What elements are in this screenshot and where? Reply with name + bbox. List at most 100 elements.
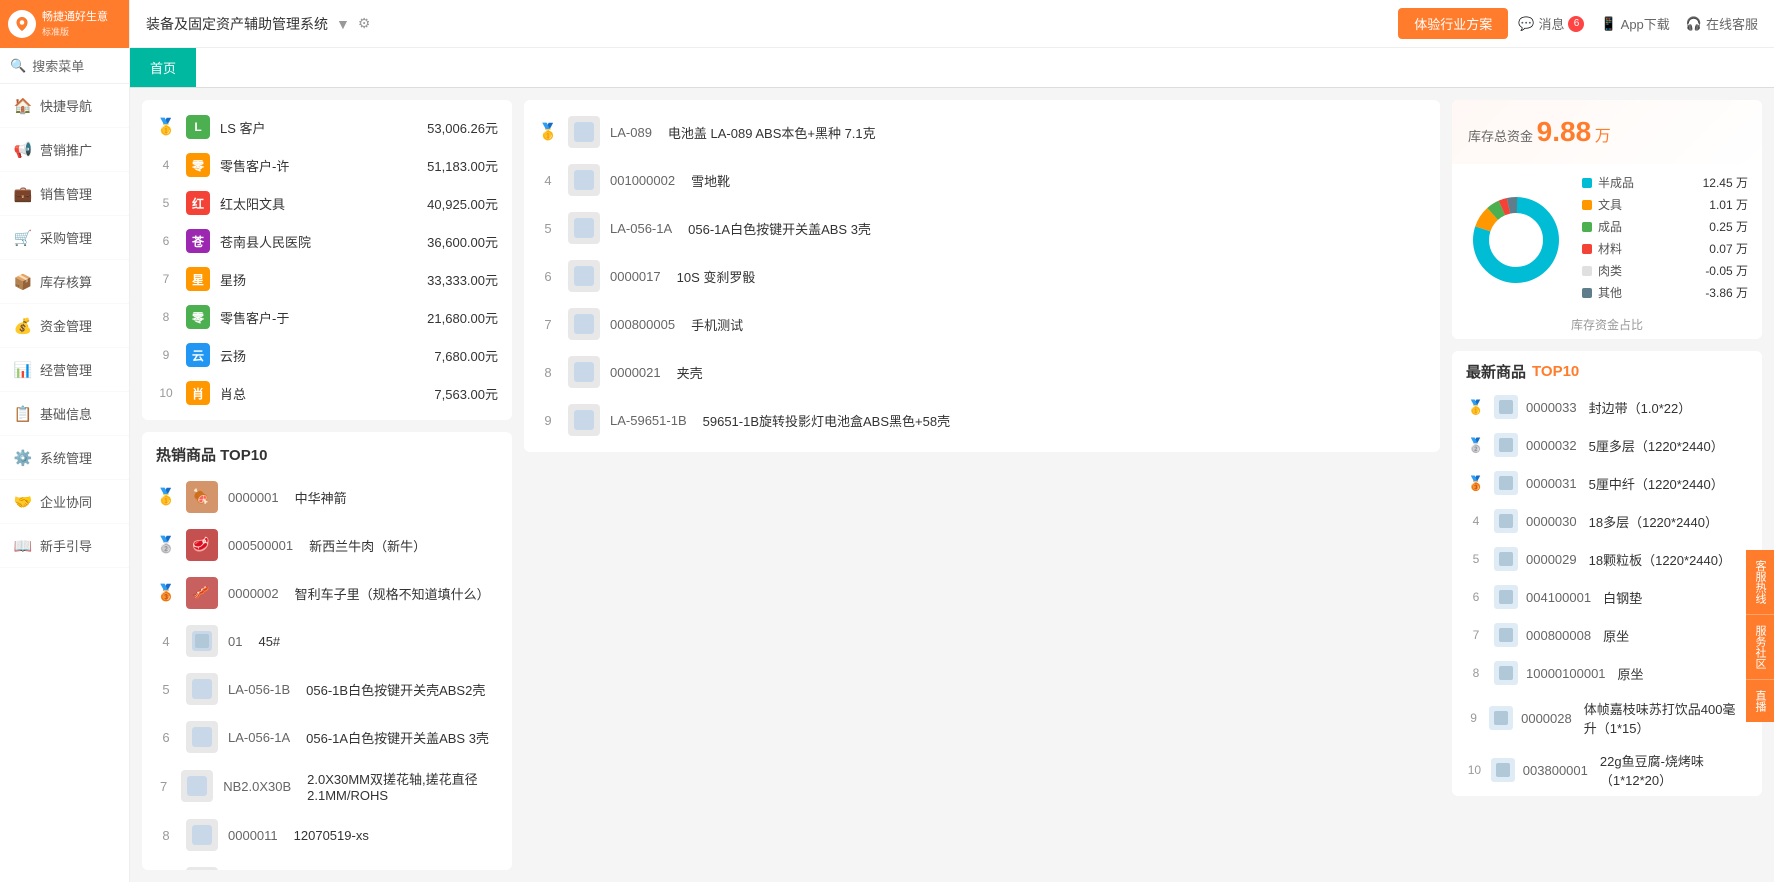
product-placeholder xyxy=(186,721,218,753)
list-item: 🥈 0000032 5厘多层（1220*2440） xyxy=(1452,426,1762,464)
logo-icon xyxy=(8,10,36,38)
inventory-sub-label: 库存资金占比 xyxy=(1452,316,1762,339)
table-row: 6 苍 苍南县人民医院 36,600.00元 xyxy=(142,222,512,260)
trial-button[interactable]: 体验行业方案 xyxy=(1398,8,1508,39)
float-btn-live[interactable]: 直播 xyxy=(1746,680,1774,722)
product-placeholder xyxy=(186,625,218,657)
np-img xyxy=(1494,585,1518,609)
sidebar-item-system[interactable]: ⚙️ 系统管理 xyxy=(0,436,129,480)
hot-products-card: 热销商品 TOP10 🥇 🍖 0000001 中华神箭 🥈 🥩 xyxy=(142,432,512,870)
sidebar-item-operations[interactable]: 📊 经营管理 xyxy=(0,348,129,392)
hot-products-title: 热销商品 TOP10 xyxy=(142,432,512,473)
list-item: 6 0000017 10S 变刹罗骰 xyxy=(524,252,1440,300)
main-content: 装备及固定资产辅助管理系统 ▼ ⚙ 体验行业方案 💬 消息 6 📱 App下载 … xyxy=(130,0,1774,882)
legend-item-stationery: 文具 1.01 万 xyxy=(1582,196,1748,213)
np-img xyxy=(1494,395,1518,419)
message-action[interactable]: 💬 消息 6 xyxy=(1518,14,1584,33)
customer-badge: 苍 xyxy=(186,229,210,253)
sidebar-item-purchase[interactable]: 🛒 采购管理 xyxy=(0,216,129,260)
right-column: 库存总资金 9.88 万 xyxy=(1452,100,1762,870)
inventory-total: 库存总资金 9.88 万 xyxy=(1452,100,1762,164)
np-img xyxy=(1494,623,1518,647)
customer-badge: 云 xyxy=(186,343,210,367)
product-placeholder xyxy=(568,212,600,244)
online-service-action[interactable]: 🎧 在线客服 xyxy=(1686,14,1758,33)
sidebar-item-sales[interactable]: 💼 销售管理 xyxy=(0,172,129,216)
customer-badge: 肖 xyxy=(186,381,210,405)
list-item: 6 004100001 白钢垫 xyxy=(1452,578,1762,616)
list-item: 9 LA-59651-1B 59651-1B旋转投影灯电池盒ABS黑色+58壳 xyxy=(524,396,1440,444)
sidebar-item-collab[interactable]: 🤝 企业协同 xyxy=(0,480,129,524)
product-image: 🥓 xyxy=(186,577,218,609)
tab-home[interactable]: 首页 xyxy=(130,48,196,87)
svg-text:🥩: 🥩 xyxy=(192,536,209,553)
customer-badge: 零 xyxy=(186,305,210,329)
customer-rank-card: 🥇 L LS 客户 53,006.26元 4 零 零售客户-许 51,183.0… xyxy=(142,100,512,420)
content-area: 🥇 L LS 客户 53,006.26元 4 零 零售客户-许 51,183.0… xyxy=(130,88,1774,882)
product-placeholder xyxy=(568,308,600,340)
page-tabs: 首页 xyxy=(130,48,1774,88)
customer-badge: 红 xyxy=(186,191,210,215)
table-row: 5 红 红太阳文具 40,925.00元 xyxy=(142,184,512,222)
system-icon: ⚙️ xyxy=(14,449,32,467)
search-menu[interactable]: 🔍 搜索菜单 xyxy=(0,48,129,84)
list-item: 4 01 45# xyxy=(142,617,512,665)
guide-icon: 📖 xyxy=(14,537,32,555)
sidebar-item-finance[interactable]: 💰 资金管理 xyxy=(0,304,129,348)
list-item: 8 10000100001 原坐 xyxy=(1452,654,1762,692)
table-row: 7 星 星扬 33,333.00元 xyxy=(142,260,512,298)
sidebar-item-marketing[interactable]: 📢 营销推广 xyxy=(0,128,129,172)
sidebar: 畅捷通好生意 标准版 🔍 搜索菜单 🏠 快捷导航 📢 营销推广 💼 销售管理 🛒… xyxy=(0,0,130,882)
list-item: 4 0000030 18多层（1220*2440） xyxy=(1452,502,1762,540)
new-products-card: 最新商品 TOP10 🥇 0000033 封边带（1.0*22） 🥈 00000… xyxy=(1452,351,1762,796)
list-item: 5 LA-056-1B 056-1B白色按键开关壳ABS2壳 xyxy=(142,665,512,713)
list-item: 9 0000028 体帧嘉枝味苏打饮品400毫升（1*15） xyxy=(1452,692,1762,744)
np-img xyxy=(1489,706,1513,730)
table-row: 🥇 L LS 客户 53,006.26元 xyxy=(142,108,512,146)
sidebar-item-basics[interactable]: 📋 基础信息 xyxy=(0,392,129,436)
list-item: 7 NB2.0X30B 2.0X30MM双搓花轴,搓花直径2.1MM/ROHS xyxy=(142,761,512,811)
list-item: 10 003800001 22g鱼豆腐-烧烤味（1*12*20） xyxy=(1452,744,1762,796)
svg-text:🍖: 🍖 xyxy=(192,487,209,505)
topbar-actions: 💬 消息 6 📱 App下载 🎧 在线客服 xyxy=(1518,14,1758,33)
dropdown-icon[interactable]: ▼ xyxy=(336,16,350,32)
sidebar-item-inventory[interactable]: 📦 库存核算 xyxy=(0,260,129,304)
list-item: 🥈 🥩 000500001 新西兰牛肉（新牛） xyxy=(142,521,512,569)
product-image: 🍖 xyxy=(186,481,218,513)
settings-icon[interactable]: ⚙ xyxy=(358,15,371,32)
float-btn-service[interactable]: 客服热线 xyxy=(1746,550,1774,615)
legend-item-semifinished: 半成品 12.45 万 xyxy=(1582,174,1748,191)
inventory-icon: 📦 xyxy=(14,273,32,291)
product-placeholder xyxy=(568,260,600,292)
np-img xyxy=(1494,471,1518,495)
phone-icon: 📱 xyxy=(1600,16,1616,32)
medal-gold-icon: 🥇 xyxy=(156,117,176,137)
app-download-action[interactable]: 📱 App下载 xyxy=(1600,14,1669,33)
float-buttons: 客服热线 服务社区 直播 xyxy=(1746,550,1774,722)
customer-badge: 零 xyxy=(186,153,210,177)
topbar-title: 装备及固定资产辅助管理系统 ▼ ⚙ xyxy=(146,14,1388,34)
list-item: 8 0000011 12070519-xs xyxy=(142,811,512,859)
svg-text:🥓: 🥓 xyxy=(192,584,209,600)
list-item: 7 000800008 原坐 xyxy=(1452,616,1762,654)
sidebar-item-quicknav[interactable]: 🏠 快捷导航 xyxy=(0,84,129,128)
float-btn-community[interactable]: 服务社区 xyxy=(1746,615,1774,680)
sidebar-item-guide[interactable]: 📖 新手引导 xyxy=(0,524,129,568)
customer-badge: 星 xyxy=(186,267,210,291)
np-img xyxy=(1494,661,1518,685)
table-row: 9 云 云扬 7,680.00元 xyxy=(142,336,512,374)
list-item: 🥉 0000031 5厘中纤（1220*2440） xyxy=(1452,464,1762,502)
sidebar-logo: 畅捷通好生意 标准版 xyxy=(0,0,129,48)
list-item: 🥇 🍖 0000001 中华神箭 xyxy=(142,473,512,521)
table-row: 10 肖 肖总 7,563.00元 xyxy=(142,374,512,412)
purchase-icon: 🛒 xyxy=(14,229,32,247)
collab-icon: 🤝 xyxy=(14,493,32,511)
table-row: 8 零 零售客户-于 21,680.00元 xyxy=(142,298,512,336)
basics-icon: 📋 xyxy=(14,405,32,423)
product-placeholder xyxy=(181,770,213,802)
product-placeholder xyxy=(186,867,218,870)
home-icon: 🏠 xyxy=(14,97,32,115)
list-item: 4 001000002 雪地靴 xyxy=(524,156,1440,204)
product-placeholder xyxy=(568,404,600,436)
chart-area: 半成品 12.45 万 文具 1.01 万 成品 0.25 万 xyxy=(1452,164,1762,316)
